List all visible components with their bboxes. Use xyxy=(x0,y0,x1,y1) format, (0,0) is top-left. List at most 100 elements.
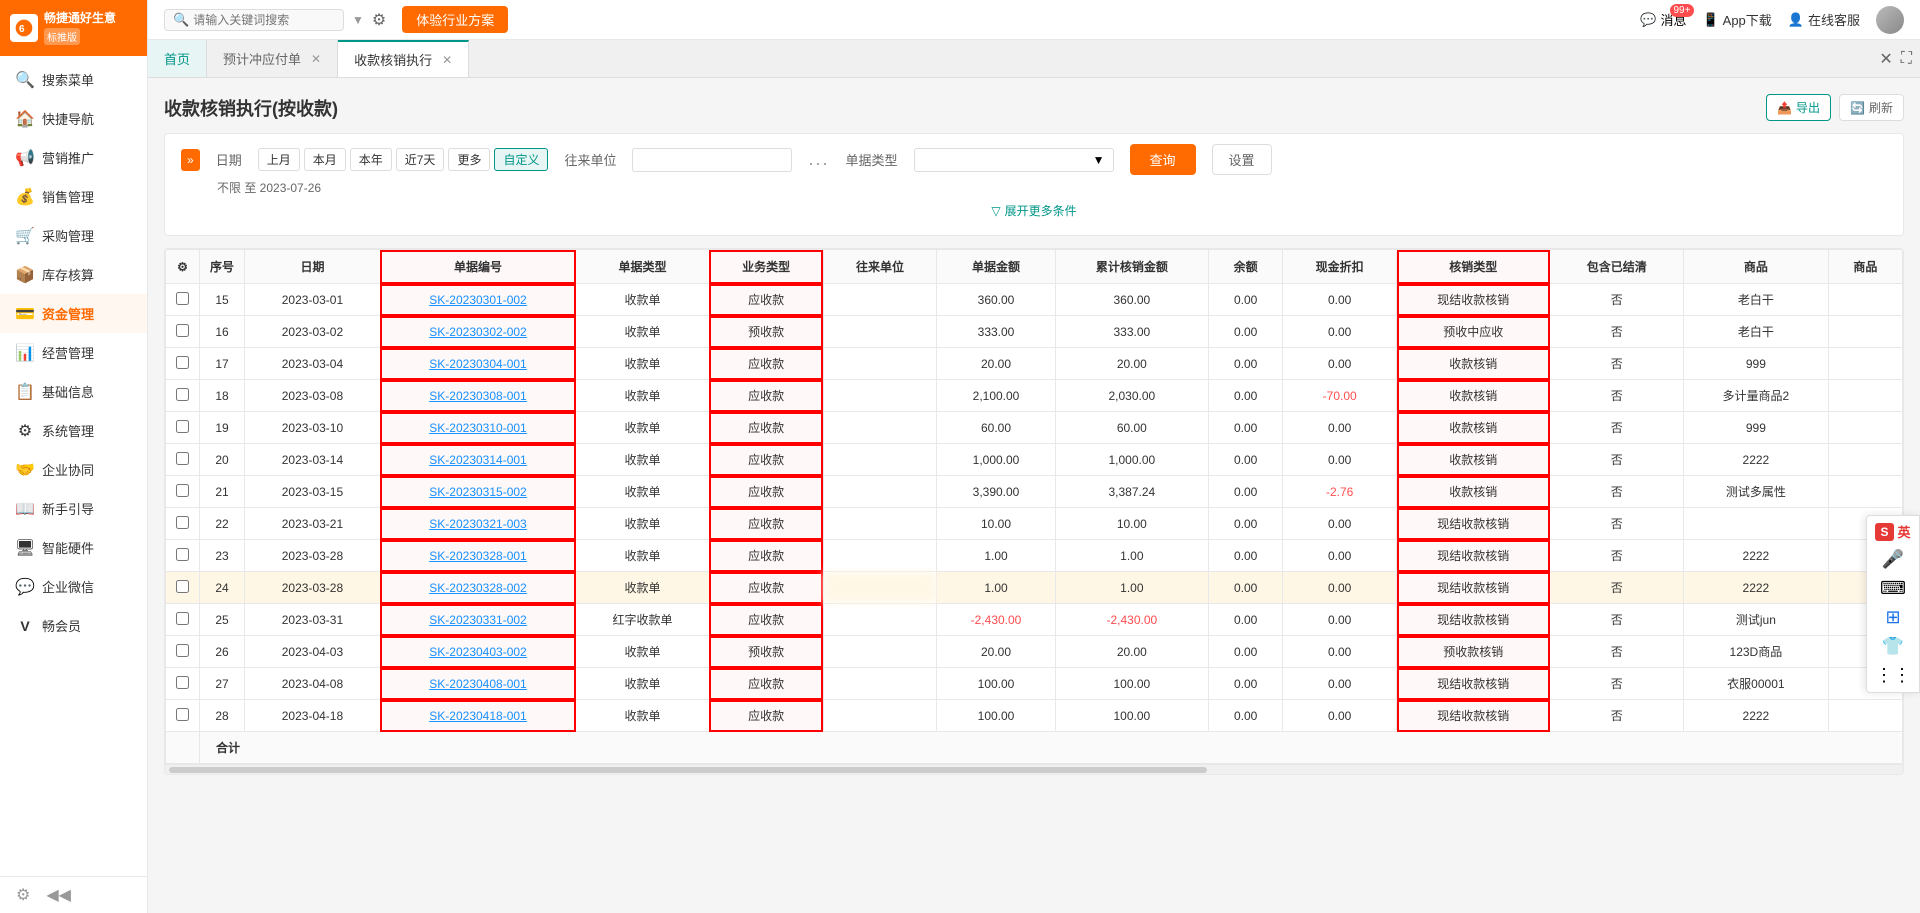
sidebar-item-funds[interactable]: 💳 资金管理 xyxy=(0,294,147,333)
table-cell[interactable]: SK-20230328-002 xyxy=(380,572,575,604)
row-checkbox[interactable] xyxy=(176,484,189,497)
date-btn-this-month[interactable]: 本月 xyxy=(304,148,346,171)
table-cell[interactable]: SK-20230328-001 xyxy=(380,540,575,572)
sidebar-item-search[interactable]: 🔍 搜索菜单 xyxy=(0,60,147,99)
date-btn-custom[interactable]: 自定义 xyxy=(494,148,548,171)
tab-receipt-exec-close[interactable]: ✕ xyxy=(442,53,452,67)
tab-payable[interactable]: 预计冲应付单 ✕ xyxy=(207,40,338,77)
messages-button[interactable]: 💬 消息 99+ xyxy=(1640,10,1686,29)
funds-icon: 💳 xyxy=(16,305,34,323)
search-wrap[interactable]: 🔍 xyxy=(164,9,344,31)
table-cell[interactable]: SK-20230418-001 xyxy=(380,700,575,732)
topbar-gear-icon[interactable]: ⚙ xyxy=(372,10,386,30)
sidebar-item-basic[interactable]: 📋 基础信息 xyxy=(0,372,147,411)
scrollbar-thumb[interactable] xyxy=(169,767,1207,773)
expand-window-icon[interactable]: ⛶ xyxy=(1901,50,1912,68)
bill-no-link[interactable]: SK-20230331-002 xyxy=(429,613,526,627)
close-window-icon[interactable]: ✕ xyxy=(1879,49,1892,69)
export-button[interactable]: 📤 导出 xyxy=(1766,94,1831,121)
unit-filter-input[interactable] xyxy=(632,148,792,172)
row-checkbox[interactable] xyxy=(176,644,189,657)
row-checkbox[interactable] xyxy=(176,324,189,337)
query-button[interactable]: 查询 xyxy=(1130,144,1196,175)
sidebar-item-marketing[interactable]: 📢 营销推广 xyxy=(0,138,147,177)
sidebar-item-member[interactable]: V 畅会员 xyxy=(0,606,147,645)
type-filter-select[interactable]: ▼ xyxy=(914,148,1114,172)
collapse-icon[interactable]: ◀◀ xyxy=(46,885,71,905)
user-avatar[interactable] xyxy=(1876,6,1904,34)
bill-no-link[interactable]: SK-20230408-001 xyxy=(429,677,526,691)
table-cell[interactable]: SK-20230403-002 xyxy=(380,636,575,668)
table-cell[interactable]: SK-20230310-001 xyxy=(380,412,575,444)
date-btn-this-year[interactable]: 本年 xyxy=(350,148,392,171)
table-cell: 0.00 xyxy=(1283,540,1397,572)
mic-icon[interactable]: 🎤 xyxy=(1882,549,1904,570)
settings-bottom-icon[interactable]: ⚙ xyxy=(16,885,30,905)
col-gear[interactable]: ⚙ xyxy=(166,250,200,284)
table-cell[interactable]: SK-20230302-002 xyxy=(380,316,575,348)
filter-toggle-btn[interactable]: » xyxy=(181,149,200,171)
date-btn-prev-month[interactable]: 上月 xyxy=(258,148,300,171)
row-checkbox[interactable] xyxy=(176,548,189,561)
table-cell[interactable]: SK-20230304-001 xyxy=(380,348,575,380)
bill-no-link[interactable]: SK-20230304-001 xyxy=(429,357,526,371)
app-download-button[interactable]: 📱 App下载 xyxy=(1702,10,1771,29)
table-cell[interactable]: SK-20230408-001 xyxy=(380,668,575,700)
table-cell[interactable]: SK-20230301-002 xyxy=(380,284,575,316)
sidebar-item-wechat[interactable]: 💬 企业微信 xyxy=(0,567,147,606)
apps-icon[interactable]: ⋮⋮ xyxy=(1875,665,1911,686)
bill-no-link[interactable]: SK-20230301-002 xyxy=(429,293,526,307)
row-checkbox[interactable] xyxy=(176,388,189,401)
bill-no-link[interactable]: SK-20230310-001 xyxy=(429,421,526,435)
refresh-button[interactable]: 🔄 刷新 xyxy=(1839,94,1904,121)
bill-no-link[interactable]: SK-20230308-001 xyxy=(429,389,526,403)
sidebar-item-sales[interactable]: 💰 销售管理 xyxy=(0,177,147,216)
sidebar-item-enterprise[interactable]: 🤝 企业协同 xyxy=(0,450,147,489)
horizontal-scrollbar[interactable] xyxy=(165,764,1903,774)
sidebar-item-inventory[interactable]: 📦 库存核算 xyxy=(0,255,147,294)
bill-no-link[interactable]: SK-20230321-003 xyxy=(429,517,526,531)
date-btn-more[interactable]: 更多 xyxy=(448,148,490,171)
online-service-button[interactable]: 👤 在线客服 xyxy=(1788,10,1860,29)
tab-payable-close[interactable]: ✕ xyxy=(311,52,321,66)
sidebar-item-quicknav[interactable]: 🏠 快捷导航 xyxy=(0,99,147,138)
table-cell[interactable]: SK-20230321-003 xyxy=(380,508,575,540)
table-cell[interactable]: SK-20230308-001 xyxy=(380,380,575,412)
row-checkbox[interactable] xyxy=(176,676,189,689)
keyboard-icon[interactable]: ⌨ xyxy=(1880,578,1906,599)
search-input[interactable] xyxy=(193,13,313,27)
row-checkbox[interactable] xyxy=(176,292,189,305)
row-checkbox[interactable] xyxy=(176,708,189,721)
bill-no-link[interactable]: SK-20230328-002 xyxy=(429,581,526,595)
settings-button[interactable]: 设置 xyxy=(1212,144,1272,175)
row-checkbox[interactable] xyxy=(176,516,189,529)
tab-receipt-exec[interactable]: 收款核销执行 ✕ xyxy=(338,40,469,77)
table-cell[interactable]: SK-20230314-001 xyxy=(380,444,575,476)
table-cell[interactable]: SK-20230315-002 xyxy=(380,476,575,508)
sidebar-item-purchase[interactable]: 🛒 采购管理 xyxy=(0,216,147,255)
table-cell: 否 xyxy=(1550,540,1684,572)
bill-no-link[interactable]: SK-20230302-002 xyxy=(429,325,526,339)
expand-conditions-btn[interactable]: ▽ 展开更多条件 xyxy=(181,202,1887,219)
row-checkbox[interactable] xyxy=(176,356,189,369)
table-cell[interactable]: SK-20230331-002 xyxy=(380,604,575,636)
bill-no-link[interactable]: SK-20230418-001 xyxy=(429,709,526,723)
row-checkbox[interactable] xyxy=(176,420,189,433)
sidebar-item-system[interactable]: ⚙ 系统管理 xyxy=(0,411,147,450)
bill-no-link[interactable]: SK-20230314-001 xyxy=(429,453,526,467)
row-checkbox[interactable] xyxy=(176,580,189,593)
sidebar-item-guide[interactable]: 📖 新手引导 xyxy=(0,489,147,528)
sidebar-item-operations[interactable]: 📊 经营管理 xyxy=(0,333,147,372)
shirt-icon[interactable]: 👕 xyxy=(1882,636,1904,657)
bill-no-link[interactable]: SK-20230328-001 xyxy=(429,549,526,563)
date-btn-7days[interactable]: 近7天 xyxy=(396,148,445,171)
table-cell: 999 xyxy=(1684,412,1829,444)
solution-button[interactable]: 体验行业方案 xyxy=(402,6,508,33)
tab-home[interactable]: 首页 xyxy=(148,40,207,77)
bill-no-link[interactable]: SK-20230315-002 xyxy=(429,485,526,499)
grid-icon[interactable]: ⊞ xyxy=(1885,607,1900,628)
row-checkbox[interactable] xyxy=(176,452,189,465)
sidebar-item-hardware[interactable]: 🖥 智能硬件 xyxy=(0,528,147,567)
bill-no-link[interactable]: SK-20230403-002 xyxy=(429,645,526,659)
row-checkbox[interactable] xyxy=(176,612,189,625)
